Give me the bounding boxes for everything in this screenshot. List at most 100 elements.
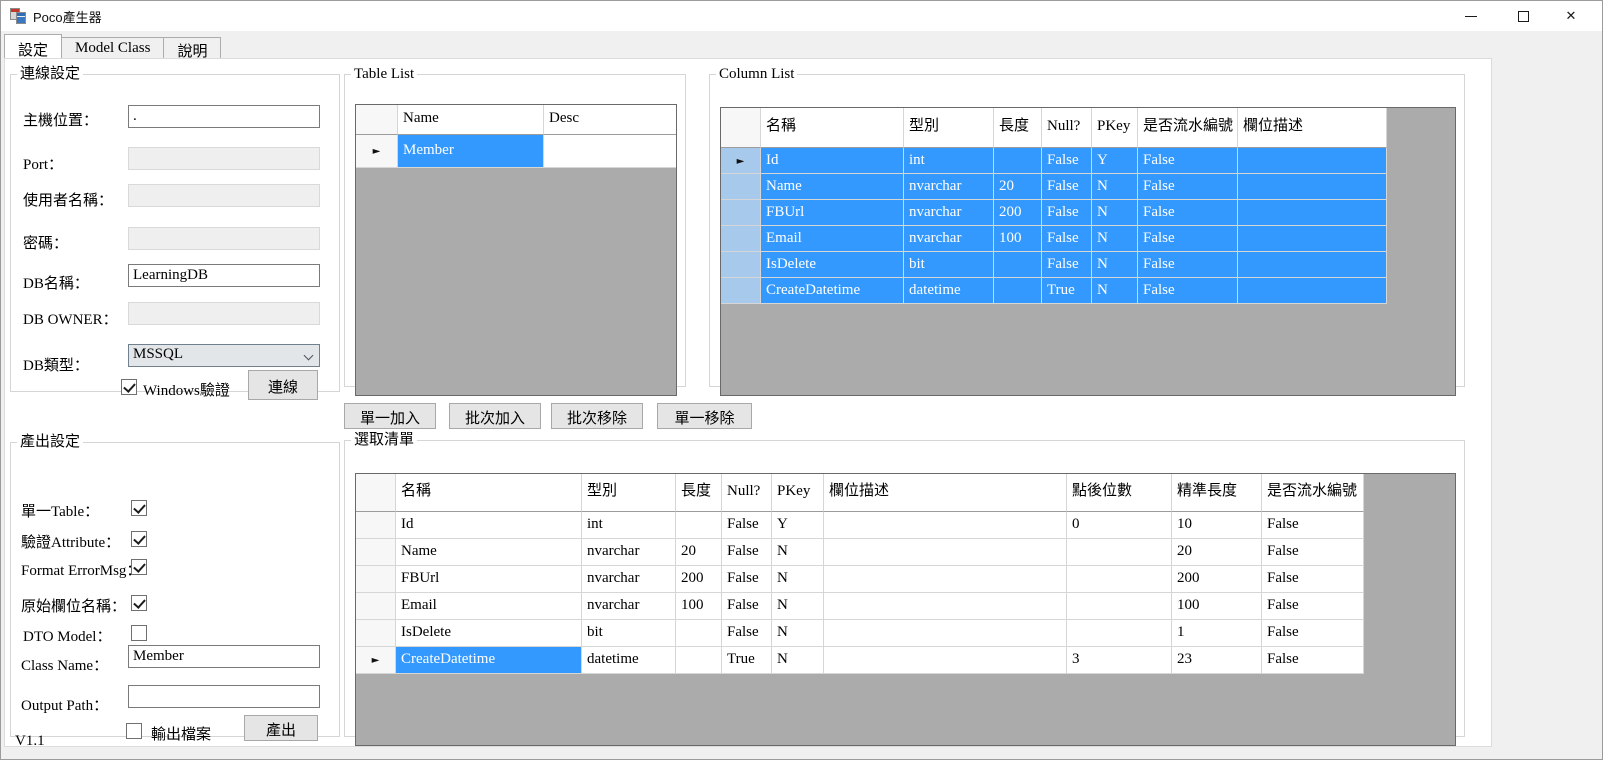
grid-cell[interactable]: N [1092,225,1138,252]
grid-cell[interactable] [1238,277,1387,304]
tab-help[interactable]: 說明 [163,37,222,60]
grid-cell[interactable]: int [904,147,994,174]
row-header[interactable]: ► [356,134,398,168]
grid-cell[interactable]: Name [396,538,582,566]
grid-cell[interactable] [994,147,1042,174]
grid-cell[interactable]: False [722,592,772,620]
row-header[interactable] [721,277,761,304]
close-button[interactable]: ✕ [1548,1,1594,31]
grid-cell[interactable]: Y [772,511,824,539]
row-header-corner[interactable] [721,107,761,148]
grid-cell[interactable]: False [1262,565,1364,593]
single-remove-button[interactable]: 單一移除 [657,403,752,429]
grid-cell[interactable] [824,511,1067,539]
grid-cell[interactable]: 200 [1172,565,1262,593]
db-name-input[interactable] [128,263,320,287]
row-header[interactable]: ► [721,147,761,174]
maximize-button[interactable] [1500,1,1546,31]
column-header[interactable]: 長度 [676,473,722,512]
grid-cell[interactable]: 20 [1172,538,1262,566]
grid-cell[interactable]: N [772,619,824,647]
column-header[interactable]: 點後位數 [1067,473,1172,512]
title-bar[interactable]: Poco產生器 ✕ [1,1,1602,31]
column-header[interactable]: Null? [1042,107,1092,148]
row-header[interactable] [356,619,396,647]
grid-cell[interactable] [994,251,1042,278]
dto-model-checkbox[interactable] [131,624,147,641]
column-header[interactable]: Null? [722,473,772,512]
windows-auth-checkbox[interactable] [121,378,137,395]
grid-cell[interactable]: nvarchar [582,592,676,620]
grid-cell[interactable]: FBUrl [761,199,904,226]
connect-button[interactable]: 連線 [248,369,318,400]
row-header[interactable] [721,199,761,226]
grid-cell[interactable]: bit [904,251,994,278]
grid-cell[interactable]: CreateDatetime [761,277,904,304]
grid-cell[interactable]: nvarchar [582,565,676,593]
grid-cell[interactable] [1067,592,1172,620]
grid-cell[interactable]: False [1262,511,1364,539]
grid-cell[interactable]: 20 [676,538,722,566]
column-header[interactable]: PKey [1092,107,1138,148]
grid-cell[interactable] [824,646,1067,674]
tab-settings[interactable]: 設定 [4,34,63,59]
grid-cell[interactable]: 1 [1172,619,1262,647]
grid-cell[interactable]: N [1092,251,1138,278]
grid-cell[interactable]: 10 [1172,511,1262,539]
grid-cell[interactable] [1238,173,1387,200]
host-input[interactable] [128,104,320,128]
tab-model-class[interactable]: Model Class [61,37,165,58]
grid-cell[interactable]: N [772,646,824,674]
grid-cell[interactable]: FBUrl [396,565,582,593]
grid-cell[interactable] [824,538,1067,566]
minimize-button[interactable] [1448,1,1494,31]
column-header[interactable]: 是否流水編號 [1138,107,1238,148]
column-header[interactable]: Name [398,104,544,135]
grid-cell[interactable]: False [1262,592,1364,620]
grid-cell[interactable]: False [1042,251,1092,278]
db-type-select[interactable]: MSSQL [128,343,320,367]
batch-remove-button[interactable]: 批次移除 [551,403,643,429]
grid-cell[interactable]: 3 [1067,646,1172,674]
grid-cell[interactable]: bit [582,619,676,647]
grid-cell[interactable]: CreateDatetime [396,646,582,674]
generate-button[interactable]: 產出 [244,714,318,741]
row-header[interactable] [721,225,761,252]
grid-cell[interactable]: Member [398,134,544,168]
grid-cell[interactable]: 100 [994,225,1042,252]
grid-cell[interactable] [1238,199,1387,226]
original-column-name-checkbox[interactable] [131,594,147,611]
grid-cell[interactable]: N [1092,199,1138,226]
grid-cell[interactable]: N [1092,277,1138,304]
grid-cell[interactable]: Email [761,225,904,252]
grid-cell[interactable]: N [1092,173,1138,200]
grid-cell[interactable]: datetime [904,277,994,304]
grid-cell[interactable]: True [722,646,772,674]
column-header[interactable]: 欄位描述 [1238,107,1387,148]
port-input[interactable] [128,146,320,170]
column-header[interactable]: 型別 [582,473,676,512]
grid-cell[interactable]: IsDelete [396,619,582,647]
grid-cell[interactable] [1238,251,1387,278]
grid-cell[interactable]: int [582,511,676,539]
output-path-input[interactable] [128,684,320,708]
column-header[interactable]: PKey [772,473,824,512]
grid-cell[interactable]: False [1138,251,1238,278]
single-table-checkbox[interactable] [131,499,147,516]
grid-cell[interactable] [676,646,722,674]
export-file-checkbox[interactable] [126,722,142,739]
grid-cell[interactable]: 23 [1172,646,1262,674]
grid-cell[interactable]: Y [1092,147,1138,174]
grid-cell[interactable] [824,592,1067,620]
grid-cell[interactable]: False [1042,225,1092,252]
grid-cell[interactable]: False [722,619,772,647]
grid-cell[interactable]: False [722,565,772,593]
grid-cell[interactable] [1238,225,1387,252]
single-add-button[interactable]: 單一加入 [344,403,436,429]
grid-cell[interactable]: False [1138,199,1238,226]
grid-cell[interactable]: nvarchar [904,173,994,200]
grid-cell[interactable]: False [722,511,772,539]
grid-cell[interactable] [676,619,722,647]
grid-cell[interactable]: nvarchar [582,538,676,566]
column-header[interactable]: 精準長度 [1172,473,1262,512]
